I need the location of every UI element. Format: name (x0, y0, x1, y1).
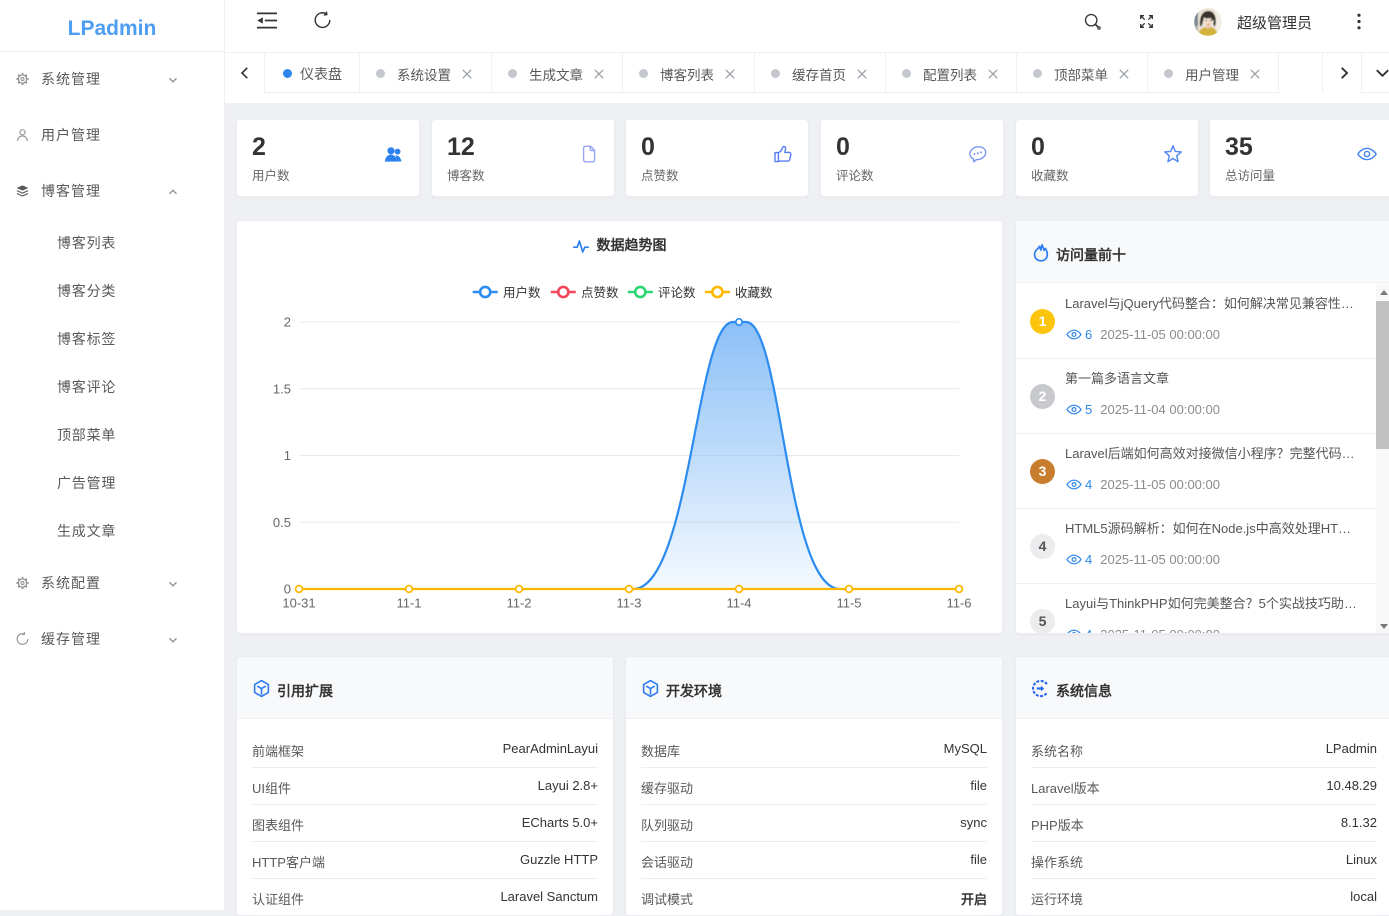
svg-text:用户数: 用户数 (503, 285, 541, 300)
svg-text:11-3: 11-3 (616, 596, 641, 611)
svg-text:1.5: 1.5 (273, 381, 291, 396)
svg-text:评论数: 评论数 (658, 285, 696, 300)
svg-text:2: 2 (284, 315, 291, 330)
svg-text:11-5: 11-5 (836, 596, 861, 611)
svg-text:11-6: 11-6 (946, 596, 971, 611)
svg-text:11-4: 11-4 (726, 596, 751, 611)
svg-text:11-1: 11-1 (396, 596, 421, 611)
svg-text:点赞数: 点赞数 (581, 285, 619, 300)
svg-text:11-2: 11-2 (506, 596, 531, 611)
svg-text:10-31: 10-31 (282, 596, 315, 611)
svg-text:1: 1 (284, 448, 291, 463)
svg-text:0: 0 (284, 582, 291, 597)
svg-text:0.5: 0.5 (273, 515, 291, 530)
svg-text:收藏数: 收藏数 (735, 285, 773, 300)
